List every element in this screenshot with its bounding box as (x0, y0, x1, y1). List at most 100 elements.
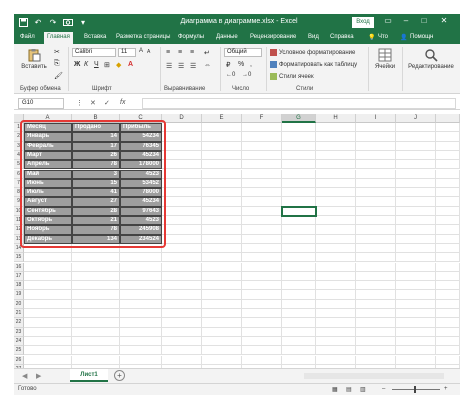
cell[interactable] (202, 336, 242, 347)
cell[interactable] (120, 309, 162, 319)
cell[interactable] (72, 346, 120, 356)
table-cell[interactable]: 178000 (120, 160, 162, 170)
cell[interactable] (72, 318, 120, 328)
formula-input[interactable] (142, 98, 456, 109)
sheet-next-icon[interactable]: ▶ (36, 372, 41, 380)
cell[interactable] (120, 271, 162, 282)
cell[interactable] (72, 243, 120, 254)
save-icon[interactable] (18, 17, 28, 27)
cell[interactable] (24, 253, 72, 263)
cell[interactable] (436, 318, 460, 328)
tab-data[interactable]: Данные (216, 34, 238, 40)
row-header-1[interactable]: 1 (14, 123, 24, 133)
cell[interactable] (242, 178, 282, 189)
cell[interactable] (242, 197, 282, 207)
cell[interactable] (242, 290, 282, 300)
cell[interactable] (24, 271, 72, 282)
table-cell[interactable]: 45234 (120, 197, 162, 207)
font-size-select[interactable]: 11 (118, 48, 136, 57)
cell[interactable] (242, 141, 282, 151)
cell[interactable] (396, 243, 436, 254)
cell[interactable] (162, 188, 202, 198)
row-header-4[interactable]: 4 (14, 150, 24, 161)
camera-icon[interactable] (63, 17, 73, 27)
cell[interactable] (316, 327, 356, 337)
cell[interactable] (202, 309, 242, 319)
cell[interactable] (24, 355, 72, 365)
cell[interactable] (242, 160, 282, 170)
cell[interactable] (162, 318, 202, 328)
cell[interactable] (24, 262, 72, 272)
row-header-13[interactable]: 13 (14, 234, 24, 244)
cell[interactable] (436, 206, 460, 216)
cell[interactable] (316, 336, 356, 347)
cell[interactable] (120, 327, 162, 337)
cell[interactable] (242, 271, 282, 282)
undo-icon[interactable]: ↶ (33, 17, 43, 27)
tell-me-search[interactable]: Что (378, 34, 388, 40)
cell[interactable] (242, 355, 282, 365)
cell[interactable] (316, 150, 356, 161)
row-header-9[interactable]: 9 (14, 197, 24, 207)
name-box[interactable]: G10 (18, 98, 64, 109)
tab-view[interactable]: Вид (308, 34, 319, 40)
minimize-icon[interactable]: – (400, 16, 412, 25)
cell[interactable] (316, 309, 356, 319)
column-header-b[interactable]: B (72, 114, 120, 123)
cell[interactable] (202, 243, 242, 254)
cell[interactable] (72, 271, 120, 282)
cell[interactable] (396, 281, 436, 291)
cell[interactable] (356, 216, 396, 226)
cell[interactable] (316, 178, 356, 189)
column-header-h[interactable]: H (316, 114, 356, 123)
cell-styles-button[interactable]: Стили ячеек (270, 73, 314, 80)
cell[interactable] (202, 318, 242, 328)
cell[interactable] (72, 299, 120, 309)
column-header-a[interactable]: A (24, 114, 72, 123)
cell[interactable] (242, 281, 282, 291)
number-format-select[interactable]: Общий (224, 48, 262, 57)
cell[interactable] (202, 355, 242, 365)
cell[interactable] (162, 309, 202, 319)
cell[interactable] (24, 309, 72, 319)
cell[interactable] (436, 150, 460, 161)
column-header-g[interactable]: G (282, 114, 316, 123)
cell[interactable] (356, 178, 396, 189)
align-center-icon[interactable]: ☰ (178, 62, 184, 70)
table-cell[interactable]: 76345 (120, 141, 162, 151)
row-header-2[interactable]: 2 (14, 132, 24, 142)
cell[interactable] (316, 197, 356, 207)
cell[interactable] (356, 169, 396, 179)
cell[interactable] (24, 336, 72, 347)
cell[interactable] (202, 150, 242, 161)
cell[interactable] (282, 299, 316, 309)
cell[interactable] (282, 262, 316, 272)
cell[interactable] (396, 150, 436, 161)
cell[interactable] (396, 178, 436, 189)
cell[interactable] (120, 336, 162, 347)
cell[interactable] (436, 355, 460, 365)
cell[interactable] (396, 123, 436, 133)
cell[interactable] (162, 178, 202, 189)
cell[interactable] (162, 141, 202, 151)
table-cell[interactable]: 234524 (120, 234, 162, 244)
row-header-5[interactable]: 5 (14, 160, 24, 170)
cell[interactable] (356, 206, 396, 216)
cell[interactable] (72, 290, 120, 300)
row-header-10[interactable]: 10 (14, 206, 24, 216)
cell[interactable] (162, 253, 202, 263)
zoom-in-icon[interactable]: + (444, 386, 448, 392)
table-cell[interactable]: Июль (24, 188, 72, 198)
cell[interactable] (72, 327, 120, 337)
cell[interactable] (436, 141, 460, 151)
cell[interactable] (356, 262, 396, 272)
cell[interactable] (242, 123, 282, 133)
cell[interactable] (396, 188, 436, 198)
cell[interactable] (282, 327, 316, 337)
cell[interactable] (282, 355, 316, 365)
cell[interactable] (316, 271, 356, 282)
font-name-select[interactable]: Calibri (72, 48, 116, 57)
cell[interactable] (396, 262, 436, 272)
cell[interactable] (282, 281, 316, 291)
cell[interactable] (72, 262, 120, 272)
